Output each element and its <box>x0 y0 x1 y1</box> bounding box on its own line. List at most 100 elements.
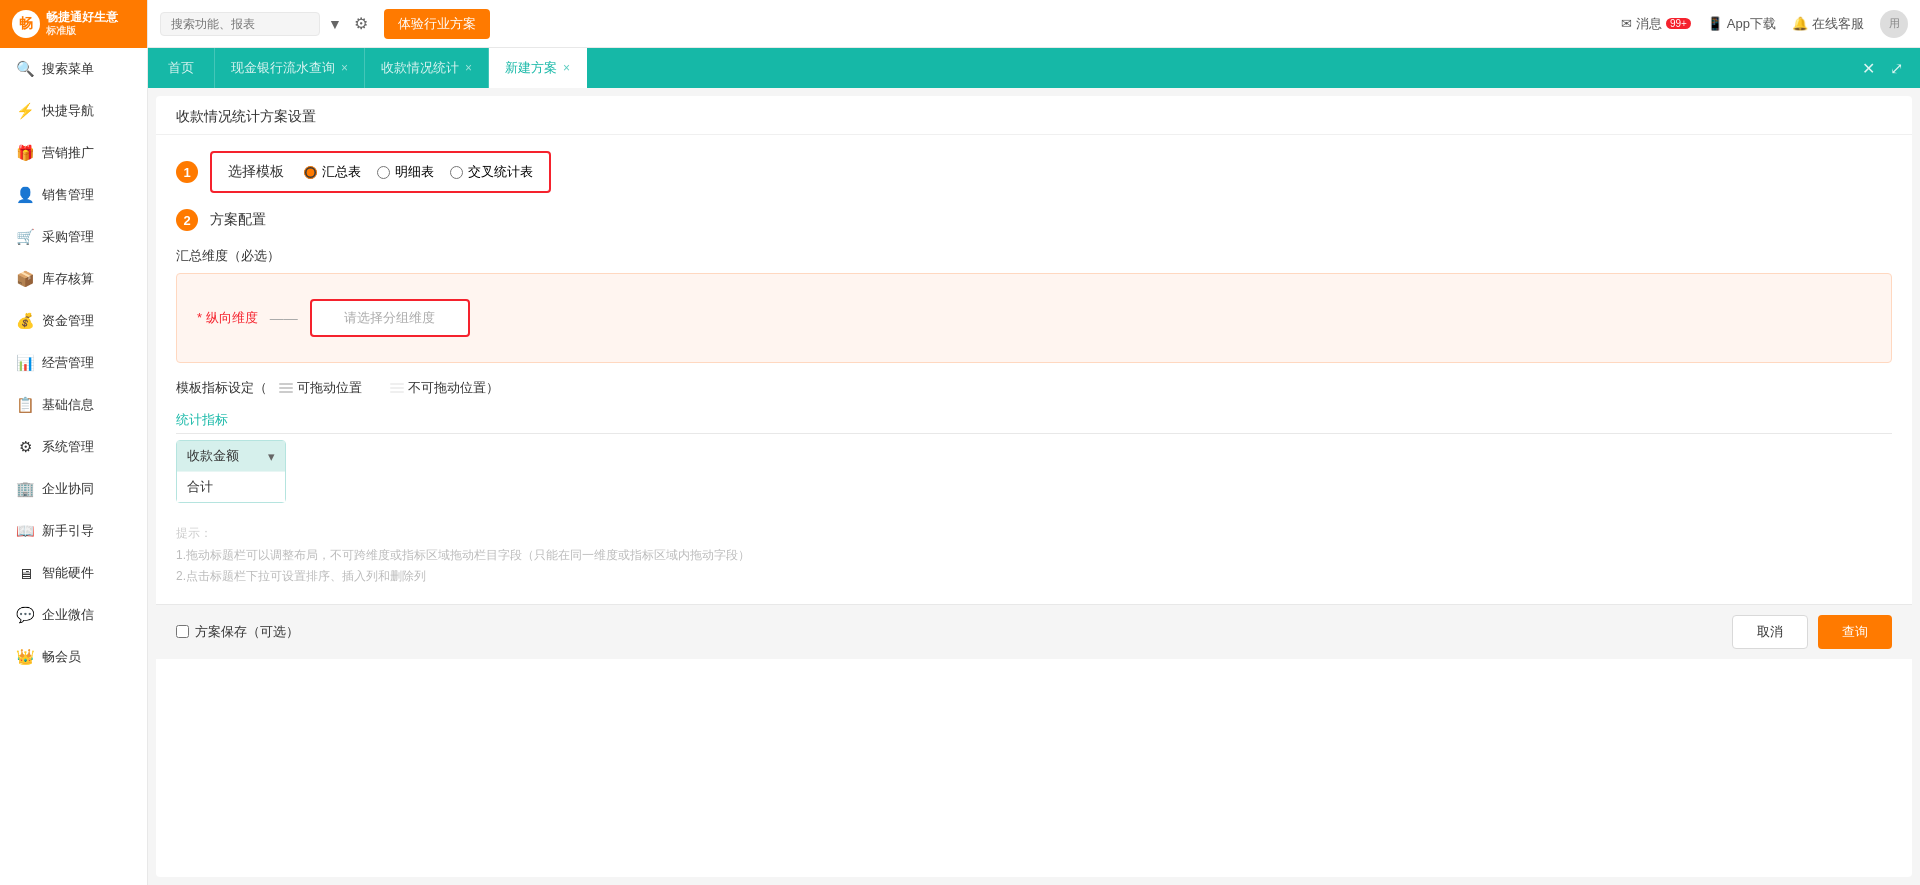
content-area: 收款情况统计方案设置 1 选择模板 汇总表 <box>148 88 1920 885</box>
enterprise-icon: 🏢 <box>16 480 34 498</box>
save-checkbox[interactable]: 方案保存（可选） <box>176 623 299 641</box>
tabbar-actions: ✕ ⤢ <box>1844 48 1920 88</box>
hardware-icon: 🖥 <box>16 564 34 582</box>
sidebar-item-system[interactable]: ⚙ 系统管理 <box>0 426 147 468</box>
notifications-badge: 99+ <box>1666 18 1691 29</box>
tab-label: 现金银行流水查询 <box>231 59 335 77</box>
logo-title: 畅捷通好生意 <box>46 10 118 24</box>
sidebar-item-member[interactable]: 👑 畅会员 <box>0 636 147 678</box>
header-right: ✉ 消息 99+ 📱 App下载 🔔 在线客服 用 <box>1621 10 1908 38</box>
sidebar-item-purchase[interactable]: 🛒 采购管理 <box>0 216 147 258</box>
expand-icon[interactable]: ⤢ <box>1884 56 1908 80</box>
sidebar-item-inventory[interactable]: 📦 库存核算 <box>0 258 147 300</box>
sidebar-item-sales[interactable]: 👤 销售管理 <box>0 174 147 216</box>
radio-cross-input[interactable] <box>450 166 463 179</box>
metrics-label-text: 模板指标设定（ <box>176 379 267 397</box>
save-checkbox-input[interactable] <box>176 625 189 638</box>
form-section: 1 选择模板 汇总表 明细表 <box>156 135 1912 604</box>
guide-icon: 📖 <box>16 522 34 540</box>
radio-summary[interactable]: 汇总表 <box>304 163 361 181</box>
tab-close-bank-flow[interactable]: × <box>341 61 348 75</box>
dim-placeholder-btn[interactable]: 请选择分组维度 <box>310 299 470 337</box>
sidebar-item-quick-nav[interactable]: ⚡ 快捷导航 <box>0 90 147 132</box>
dim-vertical-label: * 纵向维度 <box>197 309 258 327</box>
dim-placeholder-text: 请选择分组维度 <box>344 310 435 325</box>
metrics-card-row-text: 合计 <box>187 479 213 494</box>
sidebar-item-marketing[interactable]: 🎁 营销推广 <box>0 132 147 174</box>
step1-label: 选择模板 <box>228 163 284 181</box>
sidebar-item-label: 企业微信 <box>42 606 94 624</box>
radio-cross[interactable]: 交叉统计表 <box>450 163 533 181</box>
step1-badge: 1 <box>176 161 198 183</box>
metrics-card-header[interactable]: 收款金额 ▾ <box>177 441 285 471</box>
sidebar-item-search[interactable]: 🔍 搜索菜单 <box>0 48 147 90</box>
tab-bar: 首页 现金银行流水查询 × 收款情况统计 × 新建方案 × ✕ ⤢ <box>148 48 1920 88</box>
sidebar-item-label: 基础信息 <box>42 396 94 414</box>
sidebar-item-label: 快捷导航 <box>42 102 94 120</box>
page-title: 收款情况统计方案设置 <box>176 108 316 124</box>
tab-home[interactable]: 首页 <box>148 48 215 88</box>
settings-icon[interactable]: ⚙ <box>350 10 372 37</box>
sidebar-item-base-info[interactable]: 📋 基础信息 <box>0 384 147 426</box>
avatar-text: 用 <box>1889 16 1900 31</box>
cancel-button[interactable]: 取消 <box>1732 615 1808 649</box>
metrics-card-row: 合计 <box>177 471 285 502</box>
close-all-icon[interactable]: ✕ <box>1856 56 1880 80</box>
metrics-dropdown-icon[interactable]: ▾ <box>268 449 275 464</box>
dim-section: 汇总维度（必选） * 纵向维度 —— 请选择分组维度 <box>176 247 1892 363</box>
radio-detail-input[interactable] <box>377 166 390 179</box>
sidebar-logo: 畅 畅捷通好生意 标准版 <box>0 0 147 48</box>
quick-nav-icon: ⚡ <box>16 102 34 120</box>
sidebar-item-label: 畅会员 <box>42 648 81 666</box>
sidebar-item-label: 销售管理 <box>42 186 94 204</box>
logo-icon: 畅 <box>12 10 40 38</box>
metrics-card-title: 收款金额 <box>187 447 239 465</box>
purchase-icon: 🛒 <box>16 228 34 246</box>
sidebar-item-wechat[interactable]: 💬 企业微信 <box>0 594 147 636</box>
inventory-icon: 📦 <box>16 270 34 288</box>
tab-bank-flow[interactable]: 现金银行流水查询 × <box>215 48 365 88</box>
radio-detail-label: 明细表 <box>395 163 434 181</box>
sidebar-item-label: 智能硬件 <box>42 564 94 582</box>
page-container: 收款情况统计方案设置 1 选择模板 汇总表 <box>156 96 1912 877</box>
radio-summary-label: 汇总表 <box>322 163 361 181</box>
sidebar-item-guide[interactable]: 📖 新手引导 <box>0 510 147 552</box>
tab-new-plan[interactable]: 新建方案 × <box>489 48 587 88</box>
dim-title-text: 汇总维度（必选） <box>176 248 280 263</box>
header-dropdown-button[interactable]: ▼ <box>328 16 342 32</box>
hint2-text: 不可拖动位置） <box>408 379 499 397</box>
query-button[interactable]: 查询 <box>1818 615 1892 649</box>
config-section: 汇总维度（必选） * 纵向维度 —— 请选择分组维度 <box>176 247 1892 588</box>
app-download-item[interactable]: 📱 App下载 <box>1707 15 1776 33</box>
sidebar-item-label: 新手引导 <box>42 522 94 540</box>
wechat-icon: 💬 <box>16 606 34 624</box>
radio-summary-input[interactable] <box>304 166 317 179</box>
dim-row: * 纵向维度 —— 请选择分组维度 <box>197 299 470 337</box>
download-icon: 📱 <box>1707 16 1723 31</box>
step1-row: 1 选择模板 汇总表 明细表 <box>176 151 1892 193</box>
tab-close-receipt-stats[interactable]: × <box>465 61 472 75</box>
step2-label: 方案配置 <box>210 211 266 229</box>
online-support-item[interactable]: 🔔 在线客服 <box>1792 15 1864 33</box>
notifications-item[interactable]: ✉ 消息 99+ <box>1621 15 1691 33</box>
tab-close-new-plan[interactable]: × <box>563 61 570 75</box>
step2-row: 2 方案配置 <box>176 209 1892 231</box>
metrics-section: 模板指标设定（ 可拖动位置 不可拖 <box>176 379 1892 503</box>
sidebar-item-enterprise[interactable]: 🏢 企业协同 <box>0 468 147 510</box>
footer-area: 方案保存（可选） 取消 查询 <box>156 604 1912 659</box>
search-input[interactable] <box>160 12 320 36</box>
member-icon: 👑 <box>16 648 34 666</box>
sidebar-item-finance[interactable]: 💰 资金管理 <box>0 300 147 342</box>
save-checkbox-label: 方案保存（可选） <box>195 623 299 641</box>
metrics-label: 模板指标设定（ 可拖动位置 不可拖 <box>176 379 1892 397</box>
user-avatar[interactable]: 用 <box>1880 10 1908 38</box>
tab-receipt-stats[interactable]: 收款情况统计 × <box>365 48 489 88</box>
radio-detail[interactable]: 明细表 <box>377 163 434 181</box>
marketing-icon: 🎁 <box>16 144 34 162</box>
online-support-label: 在线客服 <box>1812 15 1864 33</box>
trial-button[interactable]: 体验行业方案 <box>384 9 490 39</box>
page-title-bar: 收款情况统计方案设置 <box>156 96 1912 135</box>
sidebar-item-operations[interactable]: 📊 经营管理 <box>0 342 147 384</box>
sidebar-item-hardware[interactable]: 🖥 智能硬件 <box>0 552 147 594</box>
dim-area: * 纵向维度 —— 请选择分组维度 <box>176 273 1892 363</box>
